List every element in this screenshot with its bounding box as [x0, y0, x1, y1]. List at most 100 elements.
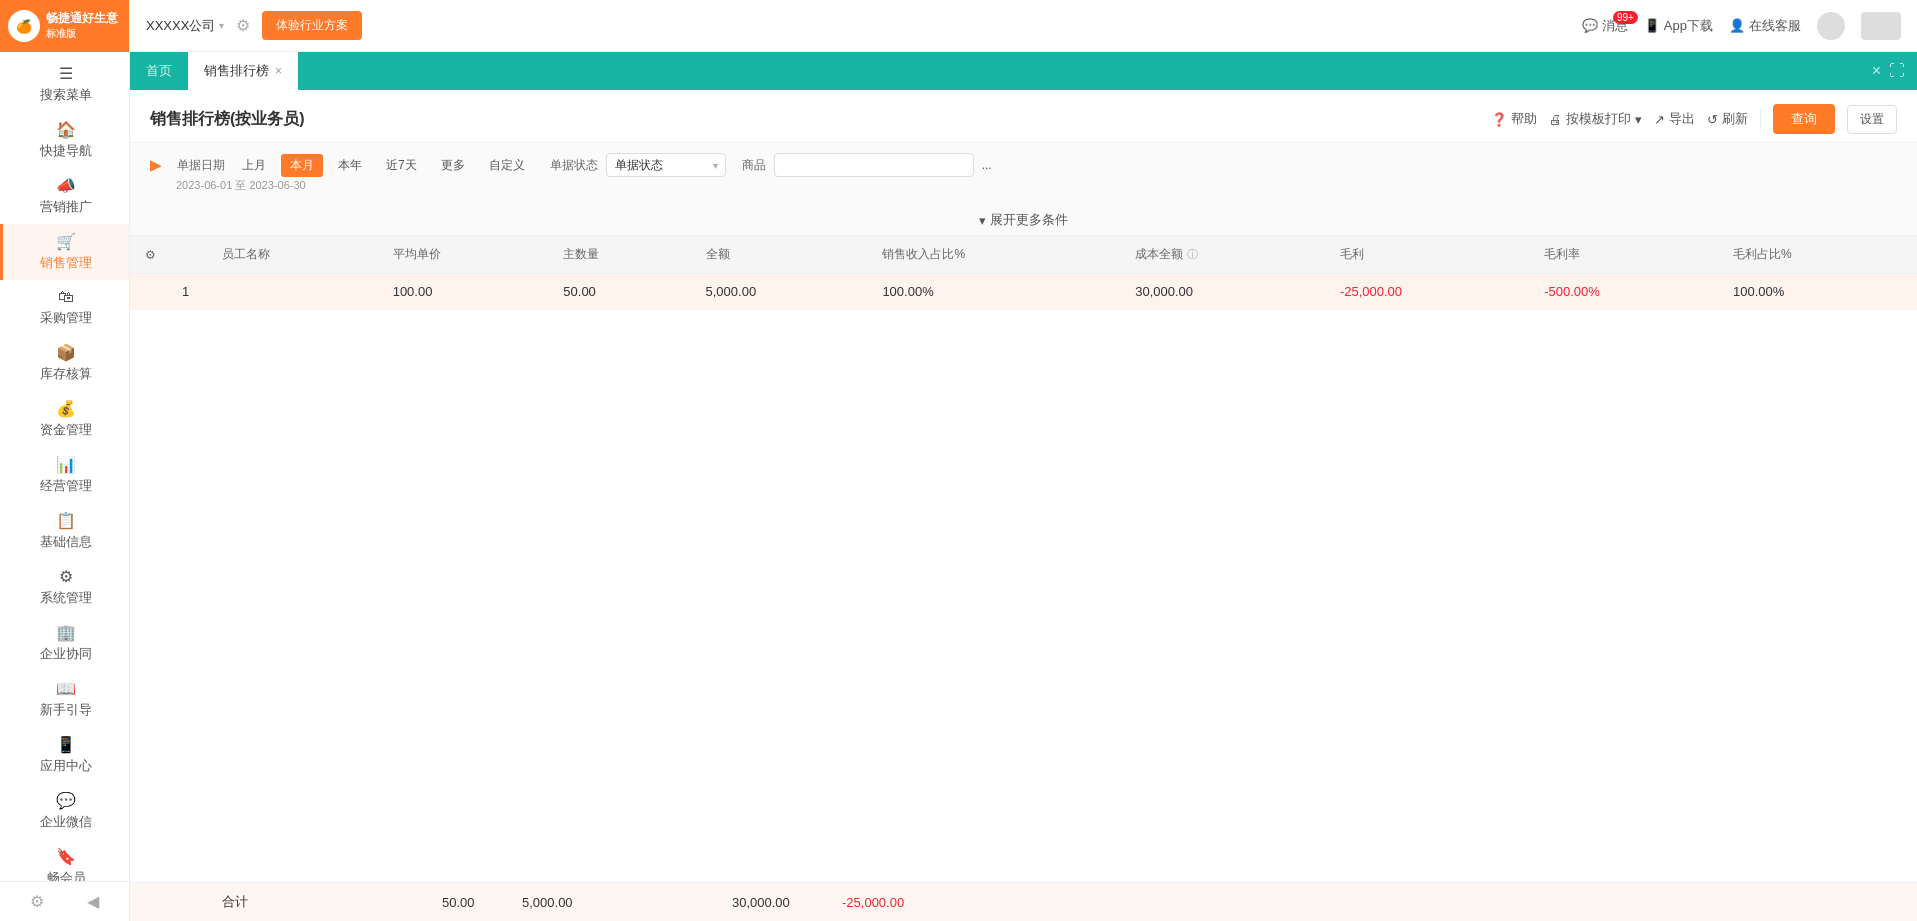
cell-name — [210, 274, 381, 310]
more-filter-link[interactable]: ... — [982, 158, 992, 172]
sidebar-item-system[interactable]: ⚙ 系统管理 — [0, 559, 129, 615]
appstore-icon: 📱 — [56, 735, 76, 754]
filter-collapse-button[interactable]: ▶ — [150, 157, 161, 173]
quick-nav-icon: 🏠 — [56, 120, 76, 139]
sidebar-nav: ☰ 搜索菜单 🏠 快捷导航 📣 营销推广 🛒 销售管理 🛍 采购管理 📦 库存核… — [0, 52, 129, 881]
print-arrow-icon: ▾ — [1635, 112, 1642, 127]
topbar-right: 💬 消息 99+ 📱 App下载 👤 在线客服 — [1582, 12, 1901, 40]
sidebar-item-member-label: 畅会员 — [47, 869, 86, 881]
refresh-icon: ↺ — [1707, 112, 1718, 127]
status-select[interactable]: 单据状态 — [606, 153, 726, 177]
sidebar-item-finance[interactable]: 💰 资金管理 — [0, 391, 129, 447]
sidebar-item-finance-label: 资金管理 — [40, 421, 92, 439]
cell-gross-pct: 100.00% — [1721, 274, 1917, 310]
table-wrap: ⚙ 员工名称 平均单价 主数量 全额 销售收入占比% 成本全额 ⓘ 毛利 毛利率… — [130, 236, 1917, 882]
tab-sales-rank[interactable]: 销售排行榜 × — [188, 52, 298, 90]
date-opt-last-month[interactable]: 上月 — [233, 154, 275, 177]
sidebar-item-inventory[interactable]: 📦 库存核算 — [0, 335, 129, 391]
date-opt-custom[interactable]: 自定义 — [480, 154, 534, 177]
search-menu-icon: ☰ — [59, 64, 73, 83]
data-table: ⚙ 员工名称 平均单价 主数量 全额 销售收入占比% 成本全额 ⓘ 毛利 毛利率… — [130, 236, 1917, 310]
tabbar-right: × ⛶ — [1872, 62, 1917, 80]
filter-row: ▶ 单据日期 上月 本月 本年 近7天 更多 自定义 单据状态 — [150, 153, 1897, 177]
window-close-icon[interactable]: × — [1872, 62, 1881, 80]
export-button[interactable]: ↗ 导出 — [1654, 110, 1695, 128]
goods-filter-input[interactable] — [774, 153, 974, 177]
footer-gross-profit: -25,000.00 — [842, 895, 952, 910]
date-options: 上月 本月 本年 近7天 更多 自定义 — [233, 154, 534, 177]
basic-icon: 📋 — [56, 511, 76, 530]
settings-button[interactable]: 设置 — [1847, 105, 1897, 134]
company-name: XXXXX公司 — [146, 17, 215, 35]
sidebar-item-basic-label: 基础信息 — [40, 533, 92, 551]
sidebar-item-sales[interactable]: 🛒 销售管理 — [0, 224, 129, 280]
status-select-wrap: 单据状态 — [606, 153, 726, 177]
sidebar-item-guide[interactable]: 📖 新手引导 — [0, 671, 129, 727]
sidebar-item-appstore[interactable]: 📱 应用中心 — [0, 727, 129, 783]
sidebar-item-wechat[interactable]: 💬 企业微信 — [0, 783, 129, 839]
col-cost: 成本全额 ⓘ — [1123, 236, 1328, 274]
sidebar-item-member[interactable]: 🔖 畅会员 — [0, 839, 129, 881]
finance-icon: 💰 — [56, 399, 76, 418]
company-selector[interactable]: XXXXX公司 ▾ — [146, 17, 224, 35]
sidebar-item-quick-nav[interactable]: 🏠 快捷导航 — [0, 112, 129, 168]
date-filter-group: 单据日期 上月 本月 本年 近7天 更多 自定义 — [177, 154, 534, 177]
date-range-display: 2023-06-01 至 2023-06-30 — [150, 177, 1897, 197]
col-name: 员工名称 — [210, 236, 381, 274]
sidebar-item-marketing[interactable]: 📣 营销推广 — [0, 168, 129, 224]
tab-close-icon[interactable]: × — [275, 64, 282, 78]
company-arrow-icon: ▾ — [219, 20, 224, 31]
date-opt-more[interactable]: 更多 — [432, 154, 474, 177]
try-industry-button[interactable]: 体验行业方案 — [262, 11, 362, 40]
status-filter-group: 单据状态 单据状态 — [550, 153, 726, 177]
app-download-button[interactable]: 📱 App下载 — [1644, 17, 1713, 35]
date-opt-7days[interactable]: 近7天 — [377, 154, 426, 177]
help-button[interactable]: ❓ 帮助 — [1491, 110, 1537, 128]
sidebar-item-enterprise[interactable]: 🏢 企业协同 — [0, 615, 129, 671]
sidebar-item-basic[interactable]: 📋 基础信息 — [0, 503, 129, 559]
tab-home-label: 首页 — [146, 62, 172, 80]
date-opt-this-month[interactable]: 本月 — [281, 154, 323, 177]
print-button[interactable]: 🖨 按模板打印 ▾ — [1549, 110, 1642, 128]
online-service-button[interactable]: 👤 在线客服 — [1729, 17, 1801, 35]
goods-filter-label: 商品 — [742, 157, 766, 174]
export-icon: ↗ — [1654, 112, 1665, 127]
sidebar-item-purchase[interactable]: 🛍 采购管理 — [0, 280, 129, 335]
page-actions: ❓ 帮助 🖨 按模板打印 ▾ ↗ 导出 ↺ 刷新 查询 设置 — [1491, 104, 1897, 134]
col-gross-profit: 毛利 — [1328, 236, 1532, 274]
avatar[interactable] — [1817, 12, 1845, 40]
topbar: XXXXX公司 ▾ ⚙ 体验行业方案 💬 消息 99+ 📱 App下载 👤 在线… — [130, 0, 1917, 52]
query-button[interactable]: 查询 — [1773, 104, 1835, 134]
goods-filter-group: 商品 ... — [742, 153, 992, 177]
footer-cost: 30,000.00 — [732, 895, 842, 910]
marketing-icon: 📣 — [56, 176, 76, 195]
date-opt-this-year[interactable]: 本年 — [329, 154, 371, 177]
sidebar: 🍊 畅捷通好生意 标准版 ☰ 搜索菜单 🏠 快捷导航 📣 营销推广 🛒 销售管理… — [0, 0, 130, 921]
cell-cost: 30,000.00 — [1123, 274, 1328, 310]
cell-quantity: 50.00 — [551, 274, 693, 310]
sidebar-item-operations[interactable]: 📊 经营管理 — [0, 447, 129, 503]
sidebar-collapse-button[interactable]: ◀ — [87, 892, 99, 911]
logo-icon: 🍊 — [8, 10, 40, 42]
print-icon: 🖨 — [1549, 112, 1562, 127]
window-expand-icon[interactable]: ⛶ — [1889, 62, 1905, 80]
message-button[interactable]: 💬 消息 99+ — [1582, 17, 1628, 35]
app-download-label: App下载 — [1664, 17, 1713, 35]
col-settings: ⚙ — [130, 236, 170, 274]
tab-home[interactable]: 首页 — [130, 52, 188, 90]
cell-rank: 1 — [170, 274, 210, 310]
footer-label: 合计 — [222, 893, 342, 911]
col-avg-price: 平均单价 — [381, 236, 552, 274]
message-icon: 💬 — [1582, 18, 1598, 33]
cell-settings — [130, 274, 170, 310]
tabbar: 首页 销售排行榜 × × ⛶ — [130, 52, 1917, 90]
sidebar-settings-button[interactable]: ⚙ — [30, 892, 44, 911]
sidebar-item-search[interactable]: ☰ 搜索菜单 — [0, 56, 129, 112]
expand-more-button[interactable]: ▾ 展开更多条件 — [979, 211, 1068, 229]
date-range-text: 2023-06-01 至 2023-06-30 — [176, 179, 306, 191]
footer-amount: 5,000.00 — [522, 895, 622, 910]
expand-row: ▾ 展开更多条件 — [150, 197, 1897, 235]
col-sales-pct: 销售收入占比% — [870, 236, 1123, 274]
refresh-button[interactable]: ↺ 刷新 — [1707, 110, 1748, 128]
topbar-settings-icon[interactable]: ⚙ — [236, 16, 250, 35]
